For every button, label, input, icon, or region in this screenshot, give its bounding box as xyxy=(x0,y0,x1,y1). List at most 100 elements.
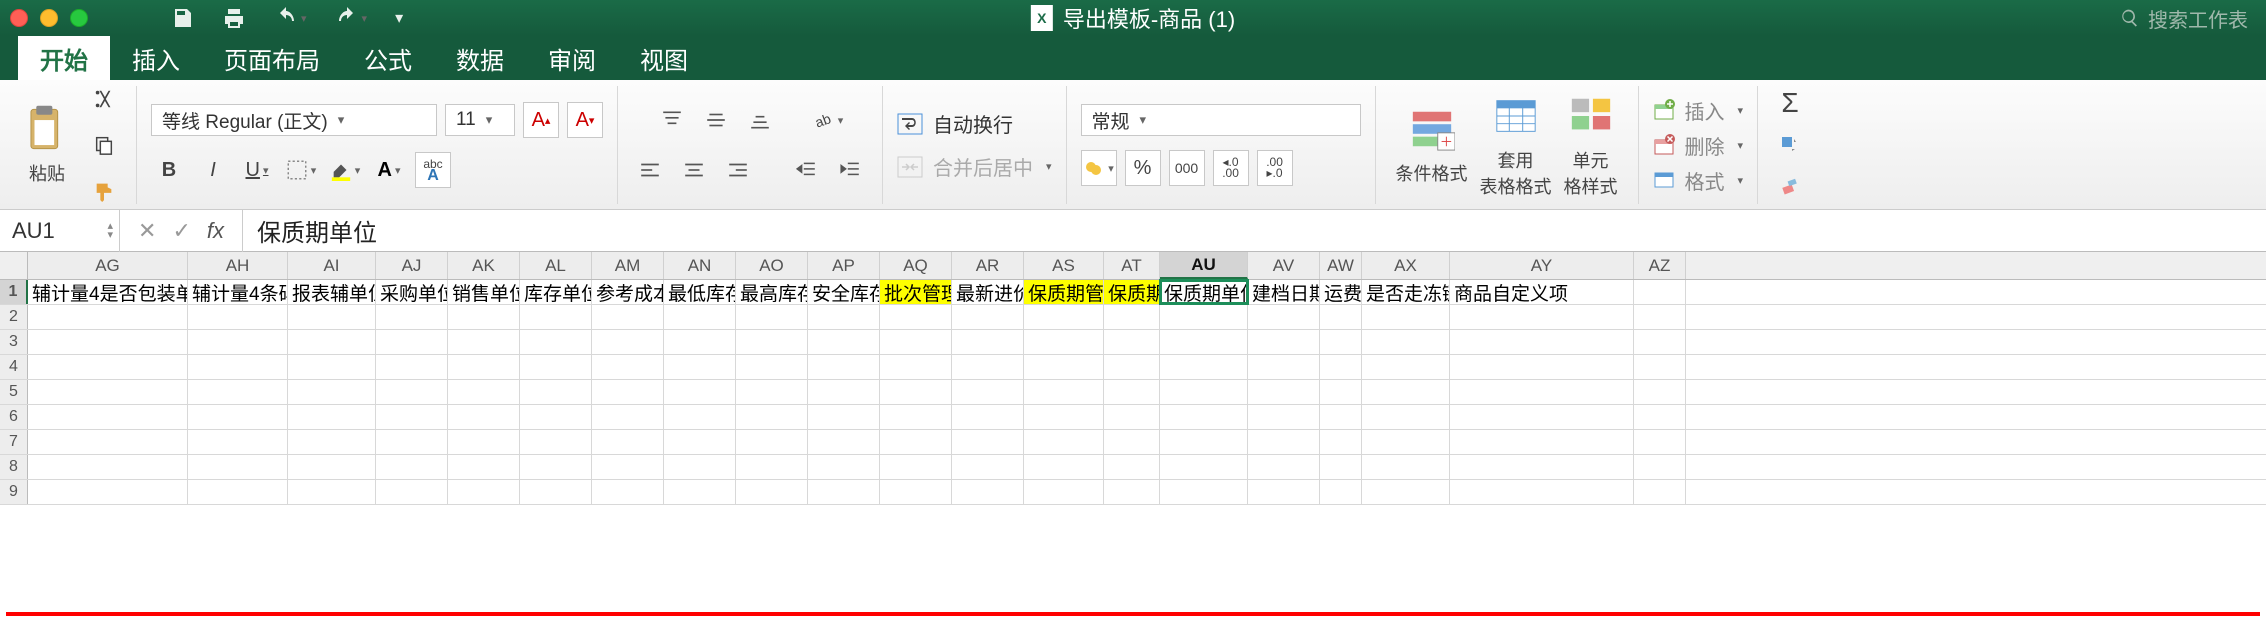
cell-AO4[interactable] xyxy=(736,355,808,379)
column-header-AI[interactable]: AI xyxy=(288,252,376,279)
cell-AP8[interactable] xyxy=(808,455,880,479)
cell-AM9[interactable] xyxy=(592,480,664,504)
undo-button[interactable] xyxy=(274,6,307,30)
cell-AX6[interactable] xyxy=(1362,405,1450,429)
wrap-text-button[interactable]: 自动换行 xyxy=(897,109,1013,138)
column-header-AO[interactable]: AO xyxy=(736,252,808,279)
cell-AO2[interactable] xyxy=(736,305,808,329)
cell-AI3[interactable] xyxy=(288,330,376,354)
cell-AT1[interactable]: 保质期 xyxy=(1104,280,1160,304)
cell-AL8[interactable] xyxy=(520,455,592,479)
delete-cells-button[interactable]: 删除 xyxy=(1653,131,1744,160)
select-all-corner[interactable] xyxy=(0,252,28,279)
increase-indent-button[interactable] xyxy=(832,152,868,188)
cell-AK1[interactable]: 销售单位 xyxy=(448,280,520,304)
print-icon[interactable] xyxy=(222,6,246,30)
phonetic-button[interactable]: abcA xyxy=(415,152,451,188)
cell-AY3[interactable] xyxy=(1450,330,1634,354)
row-header-7[interactable]: 7 xyxy=(0,430,28,454)
cell-AV7[interactable] xyxy=(1248,430,1320,454)
cell-AX4[interactable] xyxy=(1362,355,1450,379)
cell-AI9[interactable] xyxy=(288,480,376,504)
cell-AY7[interactable] xyxy=(1450,430,1634,454)
cell-AW4[interactable] xyxy=(1320,355,1362,379)
cell-AP4[interactable] xyxy=(808,355,880,379)
cell-AQ6[interactable] xyxy=(880,405,952,429)
cell-AX7[interactable] xyxy=(1362,430,1450,454)
tab-home[interactable]: 开始 xyxy=(18,36,110,80)
border-button[interactable] xyxy=(283,152,319,188)
cell-AU5[interactable] xyxy=(1160,380,1248,404)
font-color-button[interactable]: A xyxy=(371,152,407,188)
cell-AZ6[interactable] xyxy=(1634,405,1686,429)
cell-AO6[interactable] xyxy=(736,405,808,429)
align-bottom-button[interactable] xyxy=(742,102,778,138)
cell-AL9[interactable] xyxy=(520,480,592,504)
italic-button[interactable]: I xyxy=(195,152,231,188)
align-left-button[interactable] xyxy=(632,152,668,188)
merge-button[interactable]: 合并后居中 xyxy=(897,152,1052,181)
decrease-font-button[interactable]: A▾ xyxy=(567,102,603,138)
cell-AY2[interactable] xyxy=(1450,305,1634,329)
cell-AH6[interactable] xyxy=(188,405,288,429)
cell-AN1[interactable]: 最低库存 xyxy=(664,280,736,304)
cell-AK3[interactable] xyxy=(448,330,520,354)
number-format-select[interactable]: 常规 xyxy=(1081,104,1361,136)
decrease-decimal-button[interactable]: .00▸.0 xyxy=(1257,150,1293,186)
column-header-AS[interactable]: AS xyxy=(1024,252,1104,279)
column-header-AG[interactable]: AG xyxy=(28,252,188,279)
cell-styles-button[interactable]: 单元 格样式 xyxy=(1558,91,1624,199)
cell-AM5[interactable] xyxy=(592,380,664,404)
column-header-AQ[interactable]: AQ xyxy=(880,252,952,279)
fx-icon[interactable]: fx xyxy=(207,218,224,244)
cell-AR8[interactable] xyxy=(952,455,1024,479)
insert-cells-button[interactable]: 插入 xyxy=(1653,96,1744,125)
column-header-AK[interactable]: AK xyxy=(448,252,520,279)
paste-button[interactable]: 粘贴 xyxy=(18,104,76,186)
font-size-select[interactable]: 11 xyxy=(445,104,515,136)
cell-AZ3[interactable] xyxy=(1634,330,1686,354)
cut-button[interactable] xyxy=(86,81,122,117)
cell-AM6[interactable] xyxy=(592,405,664,429)
cell-AS7[interactable] xyxy=(1024,430,1104,454)
cell-AH8[interactable] xyxy=(188,455,288,479)
cell-AU4[interactable] xyxy=(1160,355,1248,379)
cell-AX2[interactable] xyxy=(1362,305,1450,329)
format-painter-button[interactable] xyxy=(86,173,122,209)
cell-AP9[interactable] xyxy=(808,480,880,504)
cell-AN5[interactable] xyxy=(664,380,736,404)
cell-AY8[interactable] xyxy=(1450,455,1634,479)
increase-font-button[interactable]: A▴ xyxy=(523,102,559,138)
cell-AM3[interactable] xyxy=(592,330,664,354)
cell-AK4[interactable] xyxy=(448,355,520,379)
cell-AQ2[interactable] xyxy=(880,305,952,329)
cell-AK9[interactable] xyxy=(448,480,520,504)
cancel-formula-button[interactable]: ✕ xyxy=(138,218,156,244)
cell-AQ4[interactable] xyxy=(880,355,952,379)
cell-AO9[interactable] xyxy=(736,480,808,504)
cell-AO5[interactable] xyxy=(736,380,808,404)
cell-AK8[interactable] xyxy=(448,455,520,479)
row-header-2[interactable]: 2 xyxy=(0,305,28,329)
align-top-button[interactable] xyxy=(654,102,690,138)
tab-page-layout[interactable]: 页面布局 xyxy=(202,36,342,80)
column-header-AP[interactable]: AP xyxy=(808,252,880,279)
close-window-button[interactable] xyxy=(10,9,28,27)
cell-AU3[interactable] xyxy=(1160,330,1248,354)
column-header-AH[interactable]: AH xyxy=(188,252,288,279)
cell-AJ7[interactable] xyxy=(376,430,448,454)
cell-AL2[interactable] xyxy=(520,305,592,329)
column-header-AL[interactable]: AL xyxy=(520,252,592,279)
fill-button[interactable] xyxy=(1772,128,1808,162)
cell-AZ7[interactable] xyxy=(1634,430,1686,454)
cell-AS8[interactable] xyxy=(1024,455,1104,479)
cell-AZ4[interactable] xyxy=(1634,355,1686,379)
cell-AV2[interactable] xyxy=(1248,305,1320,329)
cell-AY9[interactable] xyxy=(1450,480,1634,504)
tab-formulas[interactable]: 公式 xyxy=(342,36,434,80)
minimize-window-button[interactable] xyxy=(40,9,58,27)
cell-AU1[interactable]: 保质期单位 xyxy=(1160,280,1248,304)
cell-AT5[interactable] xyxy=(1104,380,1160,404)
cell-AO8[interactable] xyxy=(736,455,808,479)
cell-AX3[interactable] xyxy=(1362,330,1450,354)
